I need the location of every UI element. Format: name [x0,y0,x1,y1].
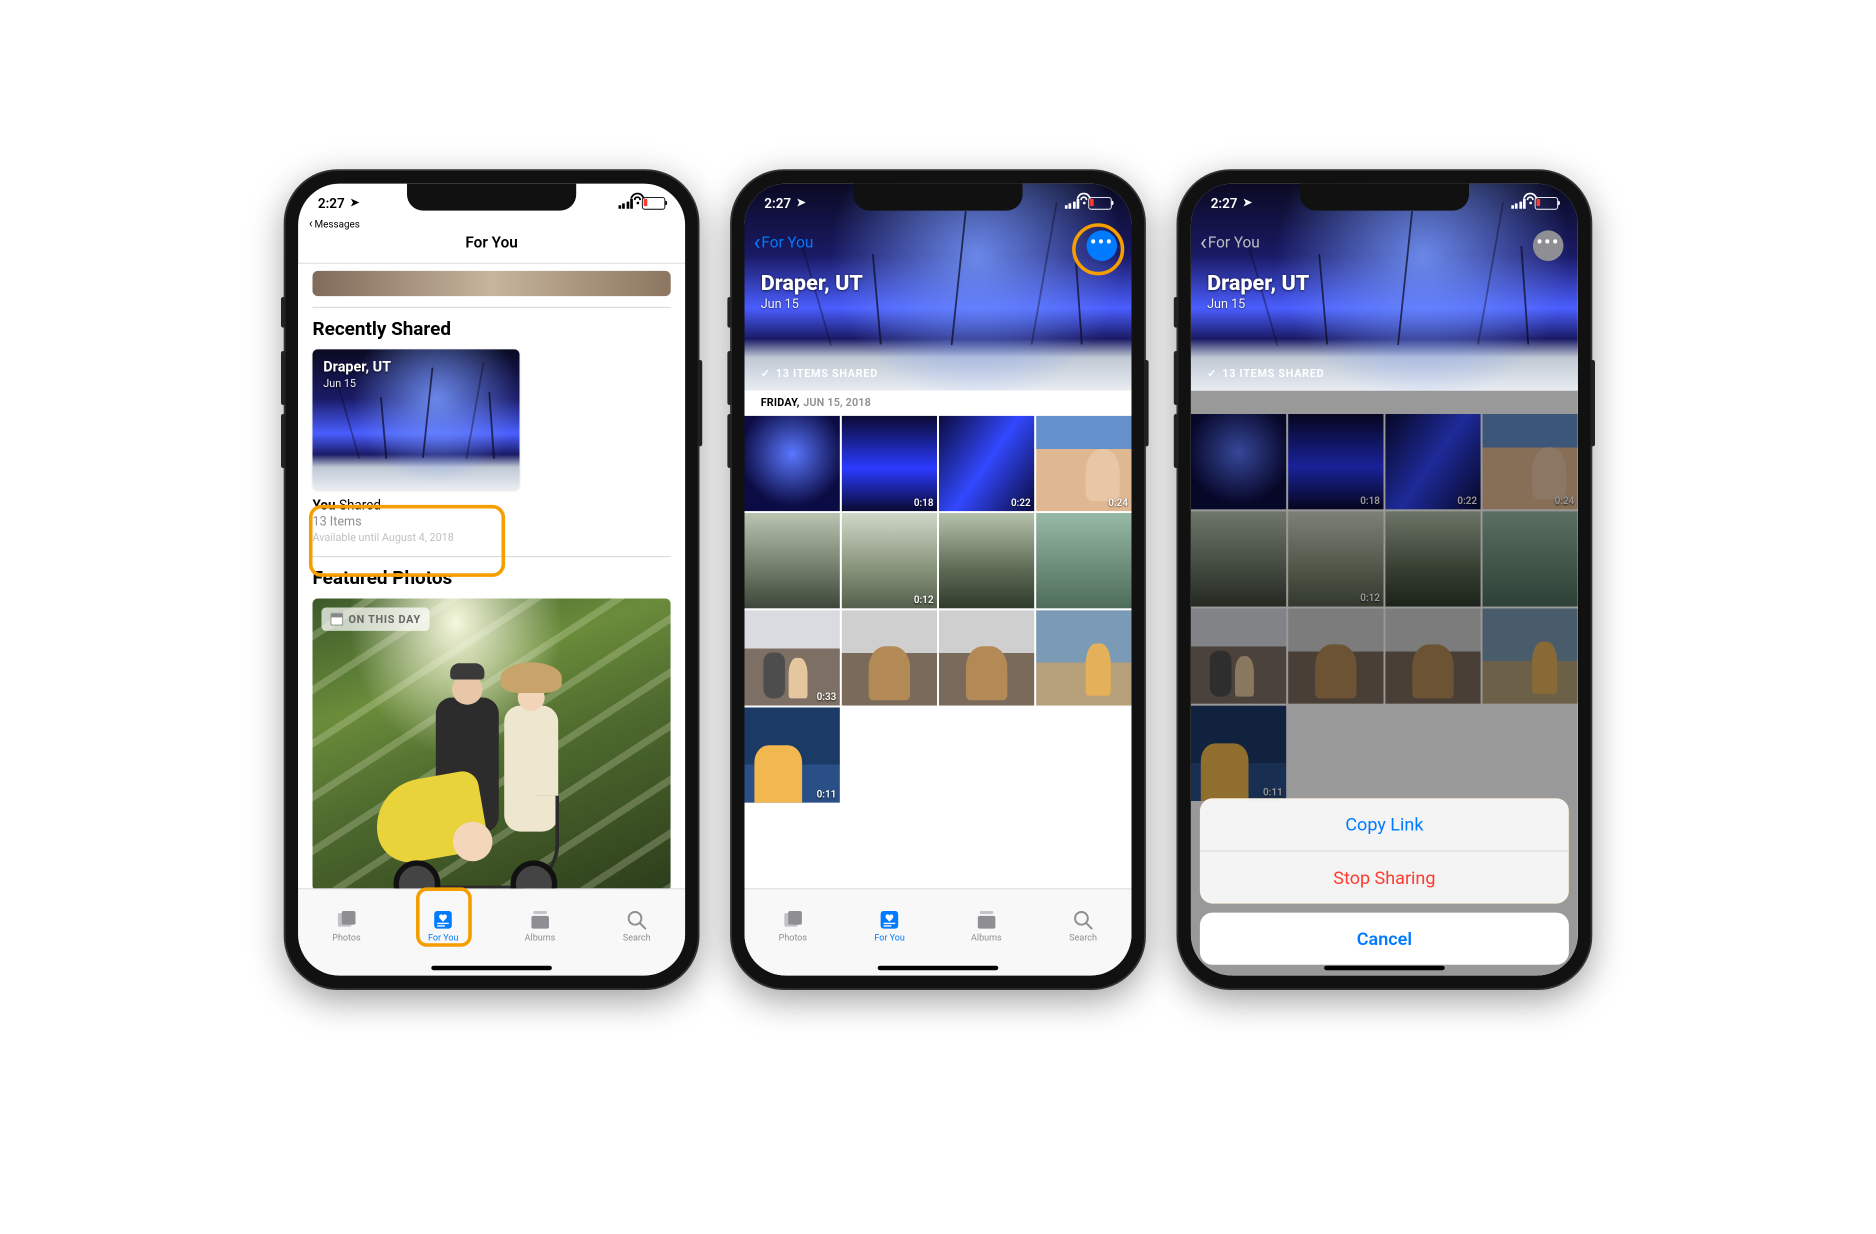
date-header: FRIDAY,JUN 15, 2018 [745,391,1132,416]
more-button[interactable]: ••• [1533,230,1564,261]
albums-icon [975,908,998,931]
chevron-left-icon: ‹ [1200,230,1207,253]
tab-photos[interactable]: Photos [745,889,842,961]
status-time: 2:27 [764,195,791,211]
battery-low-icon [642,197,665,210]
location-services-icon: ➤ [350,196,359,209]
tab-albums[interactable]: Albums [492,889,589,961]
screen-for-you: 2:27 ➤ ‹ Messages For You Recently Share… [298,184,685,976]
tab-photos[interactable]: Photos [298,889,395,961]
checkmark-icon: ✓ [1207,367,1217,380]
grid-item[interactable]: 0:11 [745,707,840,802]
hero-shared-count: ✓13 ITEMS SHARED [1207,367,1324,380]
tab-for-you[interactable]: For You [395,889,492,961]
you-shared-block[interactable]: You Shared 13 Items Available until Augu… [313,497,671,544]
tab-bar: Photos For You Albums Search [298,888,685,975]
grid-item[interactable]: 0:12 [842,513,937,608]
back-button[interactable]: ‹ For You [754,233,814,254]
for-you-scroll[interactable]: Recently Shared Draper, UT Jun 15 You Sh… [298,264,685,889]
tab-search[interactable]: Search [588,889,685,961]
back-button[interactable]: ‹ For You [1200,233,1260,254]
photos-icon [335,908,358,931]
more-button[interactable]: ••• [1087,230,1118,261]
cell-signal-icon [1511,198,1526,208]
location-services-icon: ➤ [1243,196,1252,209]
tab-for-you[interactable]: For You [841,889,938,961]
hero-subtitle: Jun 15 [1207,297,1245,311]
grid-item[interactable]: 0:22 [939,416,1034,511]
grid-item[interactable]: 0:24 [1036,416,1131,511]
hero-header: 2:27 ➤ ‹ For You ••• Draper, UT Jun 15 [1191,184,1578,391]
back-to-app-button[interactable]: ‹ Messages [309,218,360,231]
grid-item[interactable] [939,610,1034,705]
phone-2: 2:27 ➤ ‹ For You ••• Draper, UT Jun 15 [732,171,1144,988]
status-time: 2:27 [318,195,345,211]
recently-shared-heading: Recently Shared [313,319,671,341]
screen-action-sheet: 2:27 ➤ ‹ For You ••• Draper, UT Jun 15 [1191,184,1578,976]
grid-item[interactable]: 0:33 [745,610,840,705]
battery-low-icon [1535,197,1558,210]
cell-signal-icon [1064,198,1079,208]
action-copy-link[interactable]: Copy Link [1200,798,1569,850]
card-subtitle: Jun 15 [323,377,391,390]
grid-item[interactable] [939,513,1034,608]
action-sheet: Copy Link Stop Sharing Cancel [1200,798,1569,965]
search-icon [625,908,648,931]
grid-item[interactable] [842,610,937,705]
featured-photo-card[interactable]: ON THIS DAY [313,599,671,889]
previous-card-peek[interactable] [313,271,671,296]
checkmark-icon: ✓ [761,367,771,380]
hero-title: Draper, UT [1207,270,1309,295]
grid-item[interactable] [745,416,840,511]
shared-album-card[interactable]: Draper, UT Jun 15 [313,349,520,489]
chevron-left-icon: ‹ [754,230,761,253]
photos-icon [781,908,804,931]
grid-item[interactable] [1036,610,1131,705]
search-icon [1071,908,1094,931]
battery-low-icon [1088,197,1111,210]
on-this-day-badge: ON THIS DAY [322,608,430,631]
phone-3: 2:27 ➤ ‹ For You ••• Draper, UT Jun 15 [1178,171,1590,988]
tab-albums[interactable]: Albums [938,889,1035,961]
grid-item[interactable] [745,513,840,608]
grid-item[interactable]: 0:18 [842,416,937,511]
for-you-icon [432,908,455,931]
cell-signal-icon [618,198,633,208]
hero-title: Draper, UT [761,270,863,295]
chevron-left-icon: ‹ [309,218,313,231]
location-services-icon: ➤ [797,196,806,209]
ellipsis-icon: ••• [1090,233,1113,252]
ellipsis-icon: ••• [1537,233,1560,252]
phone-1: 2:27 ➤ ‹ Messages For You Recently Share… [286,171,698,988]
for-you-icon [878,908,901,931]
calendar-icon [331,613,344,626]
tab-bar: Photos For You Albums Search [745,888,1132,975]
screen-shared-detail: 2:27 ➤ ‹ For You ••• Draper, UT Jun 15 [745,184,1132,976]
shared-item-count: 13 Items [313,515,671,529]
hero-shared-count: ✓13 ITEMS SHARED [761,367,878,380]
shared-expiry: Available until August 4, 2018 [313,531,671,544]
hero-subtitle: Jun 15 [761,297,799,311]
albums-icon [528,908,551,931]
card-title: Draper, UT [323,358,391,375]
action-stop-sharing[interactable]: Stop Sharing [1200,851,1569,904]
featured-photos-heading: Featured Photos [313,568,671,590]
hero-header: 2:27 ➤ ‹ For You ••• Draper, UT Jun 15 [745,184,1132,391]
status-time: 2:27 [1211,195,1238,211]
grid-item[interactable] [1036,513,1131,608]
nav-title: For You [465,234,517,252]
action-cancel[interactable]: Cancel [1200,913,1569,965]
photo-grid-scroll[interactable]: FRIDAY,JUN 15, 2018 0:18 0:22 0:24 0:12 … [745,391,1132,889]
tab-search[interactable]: Search [1035,889,1132,961]
